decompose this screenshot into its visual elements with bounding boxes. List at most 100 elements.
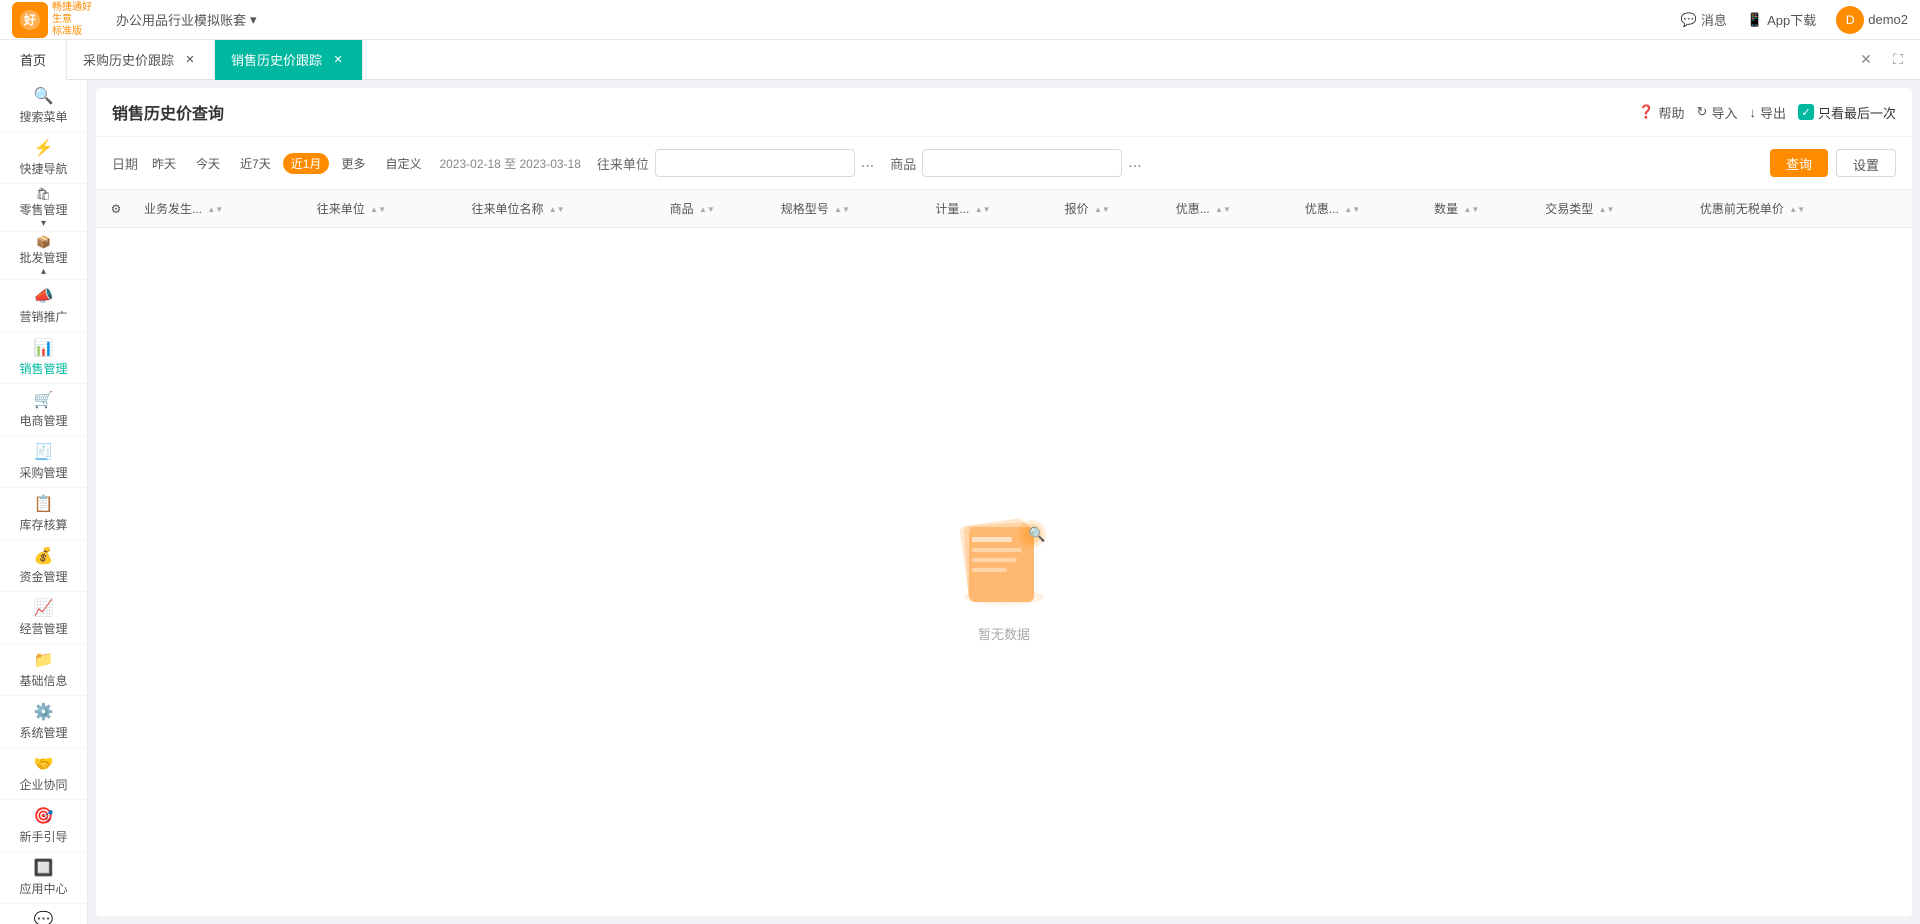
sort-icon-partner-code[interactable]: ▲▼ (370, 205, 386, 214)
logo-area: 好 畅捷通好生意 标准版 (12, 2, 100, 38)
only-last-checkbox-group[interactable]: ✓ 只看最后一次 (1798, 103, 1896, 122)
close-tab-button[interactable]: ✕ (1852, 46, 1880, 74)
sidebar-item-system[interactable]: ⚙️ 系统管理 (0, 696, 87, 748)
col-partner-name-label: 往来单位名称 (471, 202, 543, 216)
sidebar-item-search[interactable]: 🔍 搜索菜单 (0, 80, 87, 132)
sidebar-item-basic-info[interactable]: 📁 基础信息 (0, 644, 87, 696)
sidebar-item-ecommerce-label: 电商管理 (19, 412, 67, 429)
help-label: 帮助 (1659, 103, 1685, 122)
table-col-partner-code: 往来单位 ▲▼ (309, 190, 464, 228)
inventory-icon: 📋 (34, 494, 54, 514)
sidebar-item-marketing[interactable]: 📣 营销推广 (0, 280, 87, 332)
sidebar-item-system-label: 系统管理 (19, 724, 67, 741)
date-tab-yesterday[interactable]: 昨天 (144, 153, 184, 174)
tab-sales-history-close[interactable]: ✕ (330, 52, 346, 68)
sort-icon-spec[interactable]: ▲▼ (834, 205, 850, 214)
retail-icon: 🛍 (36, 187, 51, 201)
sidebar-item-inventory[interactable]: 📋 库存核算 (0, 488, 87, 540)
sort-icon-business-date[interactable]: ▲▼ (207, 205, 223, 214)
account-selector[interactable]: 办公用品行业模拟账套 ▾ (116, 10, 261, 29)
col-unit-label: 计量... (935, 202, 969, 216)
product-input-trigger[interactable]: ... (1128, 154, 1141, 172)
sort-icon-product[interactable]: ▲▼ (699, 205, 715, 214)
partner-input[interactable] (655, 149, 855, 177)
date-tab-1month[interactable]: 近1月 (283, 153, 330, 174)
empty-state: 🔍 暂无数据 (96, 228, 1912, 916)
col-quantity-label: 数量 (1434, 202, 1458, 216)
col-product-label: 商品 (670, 202, 694, 216)
sidebar-item-wholesale[interactable]: 📦 批发管理 ▴ (0, 232, 87, 280)
sidebar-item-wechat[interactable]: 💬 企业微信 (0, 904, 87, 924)
message-label: 消息 (1701, 10, 1727, 29)
sidebar-item-wholesale-label: 批发管理 (19, 249, 67, 266)
query-button[interactable]: 查询 (1770, 149, 1828, 177)
product-input[interactable] (922, 149, 1122, 177)
sidebar-item-guide[interactable]: 🎯 新手引导 (0, 800, 87, 852)
sidebar-item-sales[interactable]: 📊 销售管理 (0, 332, 87, 384)
tab-right-actions: ✕ ⛶ (1852, 46, 1920, 74)
user-menu[interactable]: D demo2 (1836, 6, 1908, 34)
col-partner-code-label: 往来单位 (317, 202, 365, 216)
sidebar-item-cooperation-label: 企业协同 (19, 776, 67, 793)
date-tab-today[interactable]: 今天 (188, 153, 228, 174)
sidebar-item-purchase[interactable]: 🧾 采购管理 (0, 436, 87, 488)
sidebar-item-finance[interactable]: 💰 资金管理 (0, 540, 87, 592)
sidebar-item-ecommerce[interactable]: 🛒 电商管理 (0, 384, 87, 436)
date-tab-7days[interactable]: 近7天 (232, 153, 279, 174)
sidebar-item-retail-label: 零售管理 (19, 201, 67, 218)
sort-icon-discount1[interactable]: ▲▼ (1215, 205, 1231, 214)
gear-icon[interactable]: ⚙ (111, 202, 122, 216)
table-header: ⚙ 业务发生... ▲▼ 往来单位 ▲▼ (96, 190, 1912, 228)
date-tab-more[interactable]: 更多 (333, 153, 373, 174)
sidebar-item-shortcut[interactable]: ⚡ 快捷导航 (0, 132, 87, 184)
sort-icon-partner-name[interactable]: ▲▼ (549, 205, 565, 214)
sort-icon-trade-type[interactable]: ▲▼ (1599, 205, 1615, 214)
page-title: 销售历史价查询 (112, 100, 224, 124)
setting-button[interactable]: 设置 (1836, 149, 1896, 177)
maximize-button[interactable]: ⛶ (1884, 46, 1912, 74)
export-label: 导出 (1760, 103, 1786, 122)
sidebar-item-marketing-label: 营销推广 (19, 308, 67, 325)
table-col-quoted-price: 报价 ▲▼ (1057, 190, 1168, 228)
col-discount2-label: 优惠... (1305, 202, 1339, 216)
retail-chevron-icon: ▾ (41, 218, 46, 229)
sort-icon-quoted-price[interactable]: ▲▼ (1094, 205, 1110, 214)
empty-state-svg: 🔍 (944, 502, 1064, 612)
sidebar-item-operations[interactable]: 📈 经营管理 (0, 592, 87, 644)
apps-icon: 🔲 (34, 858, 54, 878)
top-right-actions: 💬 消息 📱 App下载 D demo2 (1681, 6, 1908, 34)
sort-icon-pretax-price[interactable]: ▲▼ (1789, 205, 1805, 214)
sort-icon-discount2[interactable]: ▲▼ (1344, 205, 1360, 214)
shortcut-icon: ⚡ (34, 138, 54, 158)
page-content: 销售历史价查询 ❓ 帮助 ↻ 导入 ↓ 导出 ✓ (96, 88, 1912, 916)
operations-icon: 📈 (34, 598, 54, 618)
tab-purchase-history-close[interactable]: ✕ (182, 52, 198, 68)
sidebar-item-finance-label: 资金管理 (19, 568, 67, 585)
date-tab-custom[interactable]: 自定义 (377, 153, 429, 174)
sales-icon: 📊 (34, 338, 54, 358)
table-col-discount2: 优惠... ▲▼ (1297, 190, 1426, 228)
purchase-icon: 🧾 (34, 442, 54, 462)
sort-icon-quantity[interactable]: ▲▼ (1464, 205, 1480, 214)
export-button[interactable]: ↓ 导出 (1749, 103, 1786, 122)
guide-icon: 🎯 (34, 806, 54, 826)
tab-sales-history[interactable]: 销售历史价跟踪 ✕ (215, 40, 363, 80)
sort-icon-unit[interactable]: ▲▼ (975, 205, 991, 214)
import-button[interactable]: ↻ 导入 (1697, 103, 1738, 122)
sidebar-item-apps[interactable]: 🔲 应用中心 (0, 852, 87, 904)
only-last-label: 只看最后一次 (1818, 103, 1896, 122)
app-download-button[interactable]: 📱 App下载 (1747, 10, 1816, 29)
sidebar-item-retail[interactable]: 🛍 零售管理 ▾ (0, 184, 87, 232)
partner-input-trigger[interactable]: ... (861, 154, 874, 172)
col-quoted-price-label: 报价 (1065, 202, 1089, 216)
empty-text: 暂无数据 (978, 624, 1030, 643)
tab-home[interactable]: 首页 (0, 40, 67, 80)
only-last-checkbox[interactable]: ✓ (1798, 104, 1814, 120)
sidebar-item-cooperation[interactable]: 🤝 企业协同 (0, 748, 87, 800)
system-icon: ⚙️ (34, 702, 54, 722)
home-label: 首页 (20, 50, 46, 69)
sidebar-item-inventory-label: 库存核算 (19, 516, 67, 533)
help-button[interactable]: ❓ 帮助 (1638, 103, 1684, 122)
message-button[interactable]: 💬 消息 (1681, 10, 1727, 29)
tab-purchase-history[interactable]: 采购历史价跟踪 ✕ (67, 40, 215, 80)
